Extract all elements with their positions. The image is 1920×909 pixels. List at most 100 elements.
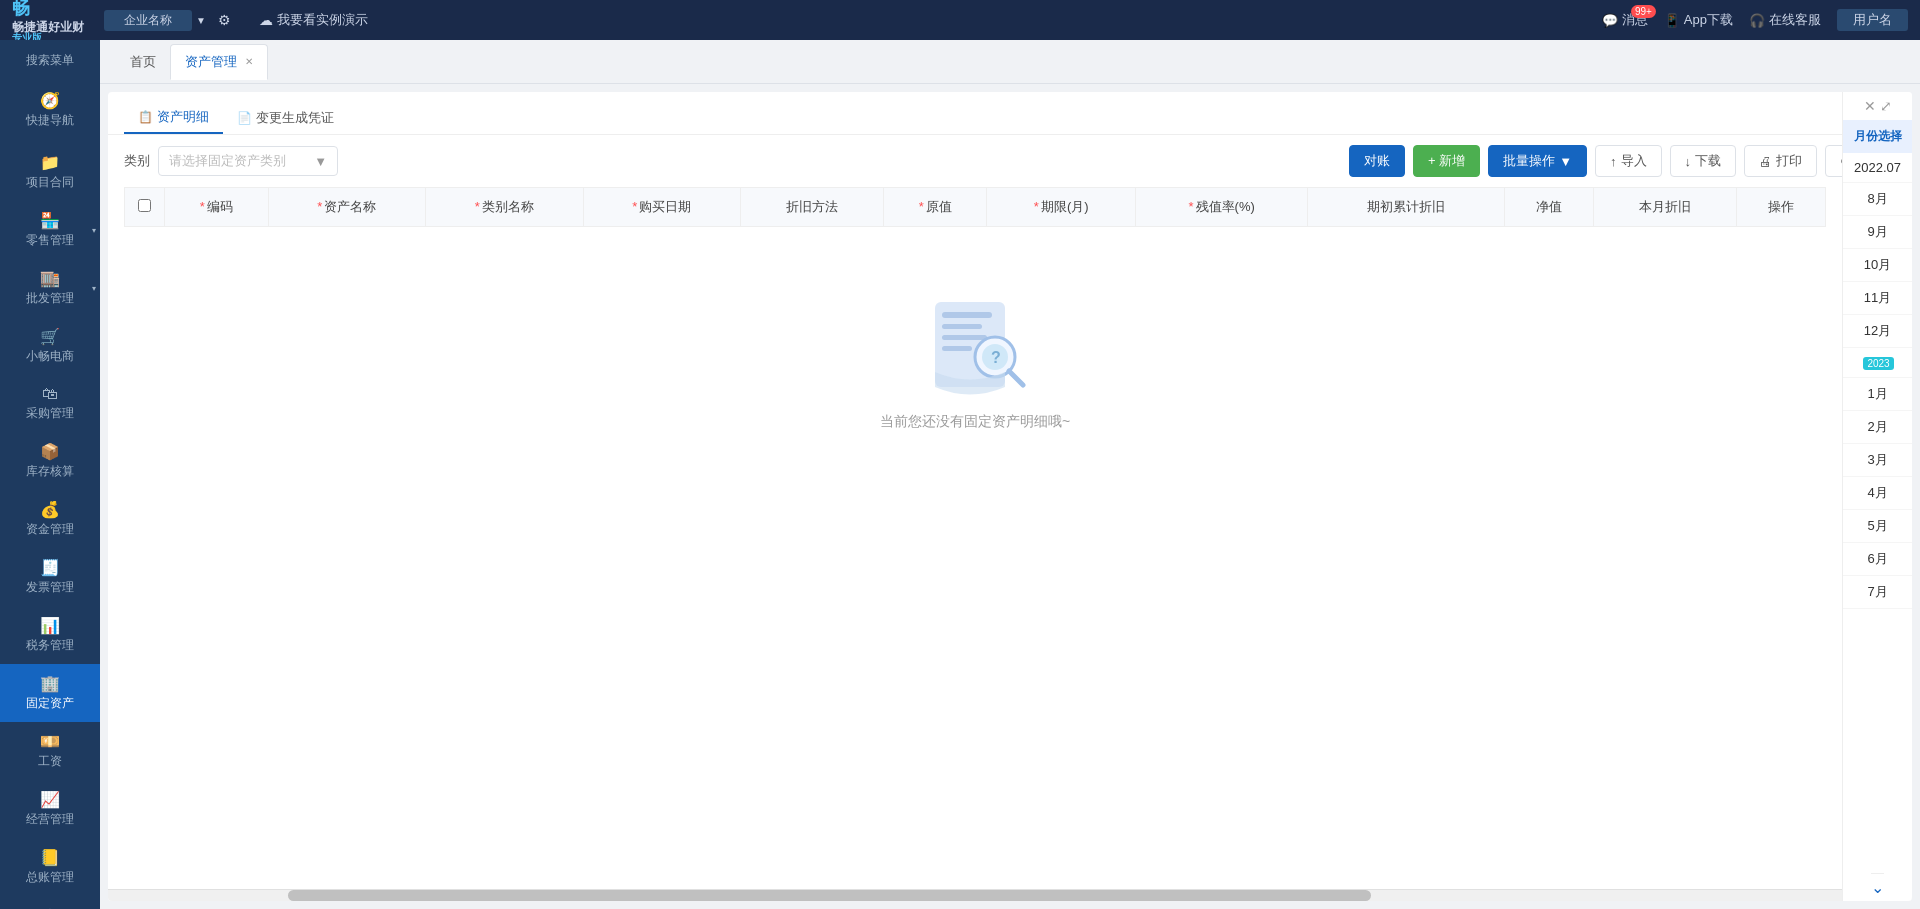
batch-button[interactable]: 批量操作 ▼ xyxy=(1488,145,1587,177)
app-download-button[interactable]: 📱 App下载 xyxy=(1664,11,1733,29)
sidebar-item-nav[interactable]: 🧭 快捷导航 xyxy=(0,81,100,139)
sidebar-nav: 📁 项目合同 🏪 零售管理 ▾ 🏬 批发管理 ▾ 🛒 小畅电商 🛍 采购管理 xyxy=(0,139,100,909)
subtab-change[interactable]: 📄 变更生成凭证 xyxy=(223,103,348,133)
assets-table: *编码 *资产名称 *类别名称 *购买日期 折旧方法 xyxy=(124,187,1826,491)
panel-expand-icon[interactable]: ⤢ xyxy=(1880,98,1892,114)
tab-close-icon[interactable]: ✕ xyxy=(245,56,253,67)
panel-collapse-icon[interactable]: ✕ xyxy=(1864,98,1876,114)
category-filter[interactable]: 请选择固定资产类别 ▼ xyxy=(158,146,338,176)
print-icon: 🖨 xyxy=(1759,154,1772,169)
demo-link[interactable]: ☁ 我要看实例演示 xyxy=(259,11,368,29)
month-item-2023-05[interactable]: 5月 xyxy=(1843,510,1912,543)
table-header-code: *编码 xyxy=(165,188,269,227)
company-arrow-icon[interactable]: ▼ xyxy=(196,15,206,26)
toolbar-right: 对账 + 新增 批量操作 ▼ ↑ 导入 ↓ 下载 xyxy=(1349,145,1896,177)
month-item-2023-04[interactable]: 4月 xyxy=(1843,477,1912,510)
svg-rect-1 xyxy=(942,312,992,318)
sidebar-item-wholesale[interactable]: 🏬 批发管理 ▾ xyxy=(0,259,100,317)
month-item-2023-03[interactable]: 3月 xyxy=(1843,444,1912,477)
month-item-2022-07[interactable]: 2022.07 xyxy=(1843,153,1912,183)
table-header-period: *期限(月) xyxy=(987,188,1136,227)
month-item-2023-07[interactable]: 7月 xyxy=(1843,576,1912,609)
sidebar-item-inventory[interactable]: 📦 库存核算 xyxy=(0,432,100,490)
month-year-badge-2023: 2023 xyxy=(1843,348,1912,378)
subtab-detail[interactable]: 📋 资产明细 xyxy=(124,102,223,134)
sidebar-item-purchase[interactable]: 🛍 采购管理 xyxy=(0,375,100,432)
import-button[interactable]: ↑ 导入 xyxy=(1595,145,1662,177)
month-item-2022-08[interactable]: 8月 xyxy=(1843,183,1912,216)
sidebar-item-basic[interactable]: ℹ 基础信息 xyxy=(0,896,100,909)
scroll-thumb[interactable] xyxy=(288,890,1370,901)
sidebar-item-ledger[interactable]: 📒 总账管理 xyxy=(0,838,100,896)
sidebar-item-project[interactable]: 📁 项目合同 xyxy=(0,143,100,201)
finance-icon: 💰 xyxy=(40,500,60,519)
detail-icon: 📋 xyxy=(138,110,153,124)
month-item-2022-09[interactable]: 9月 xyxy=(1843,216,1912,249)
main-layout: 搜索菜单 🧭 快捷导航 📁 项目合同 🏪 零售管理 ▾ 🏬 批发管理 ▾ 🛒 xyxy=(0,40,1920,909)
purchase-icon: 🛍 xyxy=(42,385,58,403)
reconcile-button[interactable]: 对账 xyxy=(1349,145,1405,177)
month-panel-scroll-down-icon[interactable]: ⌄ xyxy=(1871,878,1884,897)
sidebar-item-salary[interactable]: 💴 工资 xyxy=(0,722,100,780)
table-header-net-value: 净值 xyxy=(1505,188,1594,227)
wholesale-icon: 🏬 xyxy=(40,269,60,288)
svg-rect-4 xyxy=(942,346,972,351)
svg-rect-2 xyxy=(942,324,982,329)
month-list[interactable]: 2022.07 8月 9月 10月 11月 12月 2023 1月 2月 3月 … xyxy=(1843,153,1912,873)
bottom-scrollbar[interactable] xyxy=(108,889,1912,901)
page-content: 📋 资产明细 📄 变更生成凭证 类别 请选择固定资产类别 ▼ xyxy=(108,92,1912,901)
inventory-icon: 📦 xyxy=(40,442,60,461)
print-button[interactable]: 🖨 打印 xyxy=(1744,145,1817,177)
table-container: *编码 *资产名称 *类别名称 *购买日期 折旧方法 xyxy=(108,187,1912,889)
message-badge: 99+ xyxy=(1631,5,1656,18)
sub-tab-bar: 📋 资产明细 📄 变更生成凭证 xyxy=(108,92,1912,135)
sidebar-item-retail[interactable]: 🏪 零售管理 ▾ xyxy=(0,201,100,259)
sidebar-item-invoice[interactable]: 🧾 发票管理 xyxy=(0,548,100,606)
brand-title: 畅 畅捷通好业财 专业版 xyxy=(12,0,84,43)
month-item-2023-01[interactable]: 1月 xyxy=(1843,378,1912,411)
sidebar-item-ecommerce[interactable]: 🛒 小畅电商 xyxy=(0,317,100,375)
month-item-2023-06[interactable]: 6月 xyxy=(1843,543,1912,576)
tab-home[interactable]: 首页 xyxy=(116,44,170,80)
assets-icon: 🏢 xyxy=(40,674,60,693)
table-header-checkbox xyxy=(125,188,165,227)
operation-icon: 📈 xyxy=(40,790,60,809)
wholesale-arrow-icon: ▾ xyxy=(92,284,96,293)
table-header-operation: 操作 xyxy=(1736,188,1825,227)
sidebar-search-label[interactable]: 搜索菜单 xyxy=(8,48,92,73)
sidebar-search[interactable]: 搜索菜单 xyxy=(0,40,100,81)
svg-line-7 xyxy=(1009,371,1023,385)
year-badge: 2023 xyxy=(1863,357,1893,370)
retail-icon: 🏪 xyxy=(40,211,60,230)
top-bar: 畅 畅捷通好业财 专业版 企业名称 ▼ ⚙ ☁ 我要看实例演示 💬 消息 99+… xyxy=(0,0,1920,40)
table-header-accumulated: 期初累计折旧 xyxy=(1308,188,1505,227)
month-item-2022-11[interactable]: 11月 xyxy=(1843,282,1912,315)
download-icon: ↓ xyxy=(1685,154,1692,169)
company-selector[interactable]: 企业名称 ▼ xyxy=(104,10,206,31)
ledger-icon: 📒 xyxy=(40,848,60,867)
tab-assets[interactable]: 资产管理 ✕ xyxy=(170,44,268,80)
project-icon: 📁 xyxy=(40,153,60,172)
content-area: 首页 资产管理 ✕ 📋 资产明细 📄 变更生成凭证 xyxy=(100,40,1920,909)
download-button[interactable]: ↓ 下载 xyxy=(1670,145,1737,177)
sidebar: 搜索菜单 🧭 快捷导航 📁 项目合同 🏪 零售管理 ▾ 🏬 批发管理 ▾ 🛒 xyxy=(0,40,100,909)
month-item-2022-12[interactable]: 12月 xyxy=(1843,315,1912,348)
toolbar-left: 类别 请选择固定资产类别 ▼ xyxy=(124,146,338,176)
tab-bar: 首页 资产管理 ✕ xyxy=(100,40,1920,84)
sidebar-item-finance[interactable]: 💰 资金管理 xyxy=(0,490,100,548)
online-service-button[interactable]: 🎧 在线客服 xyxy=(1749,11,1821,29)
add-button[interactable]: + 新增 xyxy=(1413,145,1480,177)
nav-icon: 🧭 xyxy=(40,91,60,110)
top-bar-left: 畅 畅捷通好业财 专业版 企业名称 ▼ ⚙ ☁ 我要看实例演示 xyxy=(12,0,1602,43)
sidebar-item-assets[interactable]: 🏢 固定资产 xyxy=(0,664,100,722)
cloud-icon: ☁ xyxy=(259,12,273,28)
empty-illustration: ? xyxy=(915,287,1035,397)
user-name[interactable]: 用户名 xyxy=(1837,9,1908,31)
message-button[interactable]: 💬 消息 99+ xyxy=(1602,11,1648,29)
settings-icon[interactable]: ⚙ xyxy=(218,12,231,28)
sidebar-item-operation[interactable]: 📈 经营管理 xyxy=(0,780,100,838)
month-item-2022-10[interactable]: 10月 xyxy=(1843,249,1912,282)
sidebar-item-tax[interactable]: 📊 税务管理 xyxy=(0,606,100,664)
select-all-checkbox[interactable] xyxy=(138,199,151,212)
month-item-2023-02[interactable]: 2月 xyxy=(1843,411,1912,444)
